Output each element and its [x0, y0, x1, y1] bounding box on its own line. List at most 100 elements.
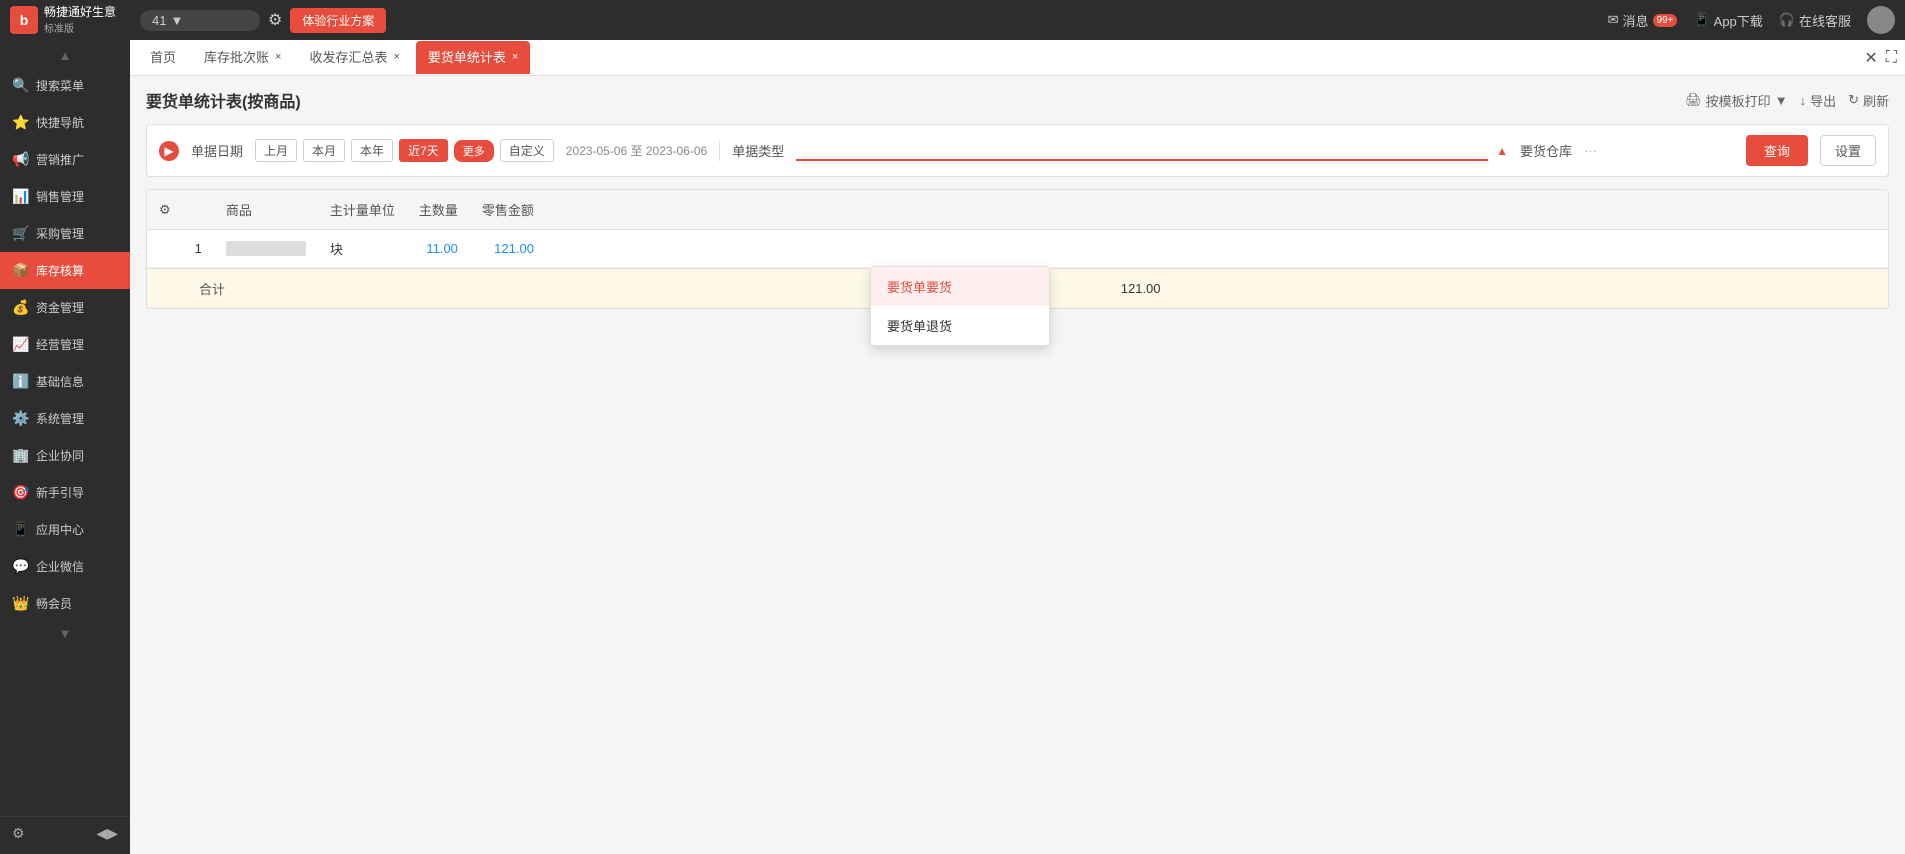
- date-btn-more[interactable]: 更多: [454, 140, 494, 162]
- type-filter-area: ▲: [796, 140, 1508, 161]
- col-quantity: 主数量: [407, 190, 470, 230]
- message-label: 消息: [1622, 11, 1648, 30]
- sidebar-label-basic: 基础信息: [36, 373, 84, 390]
- app-logo-icon: b: [10, 6, 38, 34]
- filter-expand-btn[interactable]: ▶: [159, 141, 179, 161]
- app-download-label: App下载: [1714, 11, 1763, 30]
- tab-inventory-batch[interactable]: 库存批次账 ×: [192, 41, 293, 74]
- row-settings-cell: [147, 230, 183, 268]
- tab-inventory-batch-label: 库存批次账: [204, 47, 269, 66]
- app-download-btn[interactable]: 📱 App下载: [1693, 11, 1762, 30]
- close-all-btn[interactable]: ✕: [1864, 48, 1877, 68]
- col-unit: 主计量单位: [318, 190, 407, 230]
- date-btn-this-month[interactable]: 本月: [303, 139, 345, 162]
- warehouse-more-icon[interactable]: ···: [1584, 143, 1597, 158]
- sidebar-label-guide: 新手引导: [36, 484, 84, 501]
- sidebar-item-purchase[interactable]: 🛒 采购管理: [0, 215, 130, 252]
- filter-divider: [719, 141, 720, 161]
- sidebar-bottom: ⚙ ◀▶: [0, 816, 130, 850]
- sidebar-item-system[interactable]: ⚙️ 系统管理: [0, 400, 130, 437]
- sidebar-item-sales[interactable]: 📊 销售管理: [0, 178, 130, 215]
- sidebar-item-vip[interactable]: 👑 畅会员: [0, 585, 130, 622]
- query-btn[interactable]: 查询: [1746, 135, 1808, 166]
- sidebar-scroll-up[interactable]: ▲: [0, 44, 130, 67]
- header-search-pill[interactable]: 41 ▼: [140, 10, 260, 31]
- print-icon: 🖨: [1685, 92, 1702, 108]
- export-btn[interactable]: ↓ 导出: [1800, 91, 1837, 110]
- sidebar-item-quick-nav[interactable]: ⭐ 快捷导航: [0, 104, 130, 141]
- tab-home[interactable]: 首页: [138, 41, 188, 74]
- company-name: 畅捷通好生意: [44, 5, 116, 19]
- tab-receive-summary-close[interactable]: ×: [393, 51, 399, 63]
- settings-bottom-btn[interactable]: ⚙: [12, 825, 25, 842]
- collapse-sidebar-btn[interactable]: ◀▶: [96, 825, 118, 842]
- data-table: ⚙ 商品 主计量单位 主数量 零售金额 1 █: [147, 190, 1888, 268]
- sidebar-item-search-menu[interactable]: 🔍 搜索菜单: [0, 67, 130, 104]
- row-amount[interactable]: 121.00: [470, 230, 546, 268]
- header-right: ✉ 消息 99+ 📱 App下载 🎧 在线客服: [1608, 6, 1895, 34]
- user-avatar[interactable]: [1867, 6, 1895, 34]
- date-btn-this-year[interactable]: 本年: [351, 139, 393, 162]
- tab-request-summary[interactable]: 要货单统计表 ×: [416, 41, 530, 74]
- version-label: 标准版: [44, 20, 116, 35]
- sidebar-label-system: 系统管理: [36, 410, 84, 427]
- col-settings[interactable]: ⚙: [147, 190, 183, 230]
- col-index: [183, 190, 214, 230]
- sidebar-item-marketing[interactable]: 📢 营销推广: [0, 141, 130, 178]
- sidebar-label-app: 应用中心: [36, 521, 84, 538]
- sidebar-item-operations[interactable]: 📈 经营管理: [0, 326, 130, 363]
- print-btn[interactable]: 🖨 按模板打印 ▼: [1685, 91, 1787, 110]
- message-btn[interactable]: ✉ 消息 99+: [1608, 11, 1678, 30]
- sidebar-item-enterprise[interactable]: 🏢 企业协同: [0, 437, 130, 474]
- tab-request-summary-label: 要货单统计表: [428, 47, 506, 66]
- chevron-up-icon[interactable]: ▲: [1496, 144, 1508, 158]
- type-dropdown: 要货单要货 要货单退货: [870, 266, 1050, 346]
- settings-btn[interactable]: 设置: [1820, 135, 1876, 166]
- date-btn-7days[interactable]: 近7天: [399, 139, 448, 162]
- megaphone-icon: 📢: [12, 151, 28, 168]
- sidebar-item-guide[interactable]: 🎯 新手引导: [0, 474, 130, 511]
- dropdown-label-request-return: 要货单退货: [887, 319, 952, 334]
- row-quantity[interactable]: 11.00: [407, 230, 470, 268]
- online-service-btn[interactable]: 🎧 在线客服: [1779, 11, 1851, 30]
- tab-receive-summary[interactable]: 收发存汇总表 ×: [297, 41, 411, 74]
- maximize-btn[interactable]: ⛶: [1886, 49, 1897, 67]
- sidebar-item-basic-info[interactable]: ℹ️ 基础信息: [0, 363, 130, 400]
- box-icon: 📦: [12, 262, 28, 279]
- info-icon: ℹ️: [12, 373, 28, 390]
- main-layout: ▲ 🔍 搜索菜单 ⭐ 快捷导航 📢 营销推广 📊 销售管理 🛒 采购管理 📦 库…: [0, 40, 1905, 854]
- sidebar-label-operations: 经营管理: [36, 336, 84, 353]
- date-btn-custom[interactable]: 自定义: [500, 139, 554, 162]
- gear-button[interactable]: ⚙: [268, 10, 282, 30]
- sidebar-item-finance[interactable]: 💰 资金管理: [0, 289, 130, 326]
- date-btn-last-month[interactable]: 上月: [255, 139, 297, 162]
- sidebar-label-sales: 销售管理: [36, 188, 84, 205]
- star-icon: ⭐: [12, 114, 28, 131]
- type-filter-label: 单据类型: [732, 141, 784, 160]
- refresh-label: 刷新: [1863, 91, 1889, 110]
- sidebar-item-inventory[interactable]: 📦 库存核算: [0, 252, 130, 289]
- mobile-icon: 📱: [12, 521, 28, 538]
- sidebar-label-search: 搜索菜单: [36, 77, 84, 94]
- col-extra: [546, 190, 1888, 230]
- type-filter-input[interactable]: [796, 140, 1488, 161]
- sidebar-label-quick: 快捷导航: [36, 114, 84, 131]
- dropdown-arrow-icon: ▼: [170, 13, 183, 28]
- trial-btn[interactable]: 体验行业方案: [290, 8, 386, 33]
- content-area: 首页 库存批次账 × 收发存汇总表 × 要货单统计表 × ✕ ⛶ 要货: [130, 40, 1905, 854]
- logo-area: b 畅捷通好生意 标准版: [10, 5, 140, 34]
- page-content: 要货单统计表(按商品) 🖨 按模板打印 ▼ ↓ 导出 ↻ 刷新: [130, 76, 1905, 854]
- refresh-btn[interactable]: ↻ 刷新: [1848, 91, 1889, 110]
- dropdown-item-request-order[interactable]: 要货单要货: [871, 267, 1049, 306]
- sidebar-item-wechat[interactable]: 💬 企业微信: [0, 548, 130, 585]
- dropdown-item-request-return[interactable]: 要货单退货: [871, 306, 1049, 345]
- row-index: 1: [183, 230, 214, 268]
- online-service-label: 在线客服: [1799, 11, 1851, 30]
- refresh-icon: ↻: [1848, 92, 1859, 108]
- table-header: ⚙ 商品 主计量单位 主数量 零售金额: [147, 190, 1888, 230]
- tab-inventory-batch-close[interactable]: ×: [275, 51, 281, 63]
- tab-request-summary-close[interactable]: ×: [512, 51, 518, 63]
- sidebar-scroll-down[interactable]: ▼: [0, 622, 130, 645]
- trending-icon: 📈: [12, 336, 28, 353]
- sidebar-item-app-center[interactable]: 📱 应用中心: [0, 511, 130, 548]
